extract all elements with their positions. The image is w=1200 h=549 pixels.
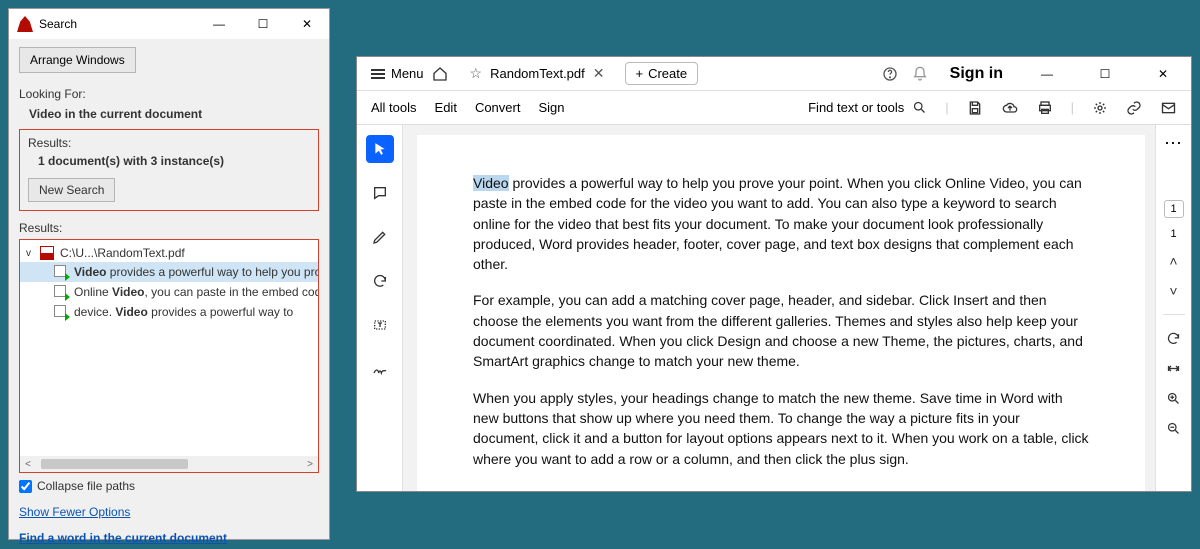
results-list: v C:\U...\RandomText.pdf Video provides … <box>19 239 319 473</box>
tab-title: RandomText.pdf <box>490 66 585 81</box>
document-tab[interactable]: ☆ RandomText.pdf ✕ <box>458 57 617 90</box>
help-icon[interactable] <box>882 66 898 82</box>
hit-icon <box>54 265 68 279</box>
reader-minimize-button[interactable]: — <box>1025 59 1069 89</box>
results-label: Results: <box>28 136 310 150</box>
save-icon[interactable] <box>967 100 983 116</box>
zoom-out-button[interactable] <box>1163 417 1185 439</box>
hit-icon <box>54 285 68 299</box>
collapse-checkbox-input[interactable] <box>19 480 32 493</box>
tab-close-icon[interactable]: ✕ <box>593 65 605 82</box>
menu-button[interactable]: Menu <box>363 62 432 85</box>
reader-titlebar: Menu ☆ RandomText.pdf ✕ + Create Sign in… <box>357 57 1191 91</box>
create-button[interactable]: + Create <box>625 62 699 85</box>
search-title: Search <box>39 17 197 31</box>
left-tool-rail <box>357 125 403 491</box>
signature-tool[interactable] <box>366 355 394 383</box>
right-tool-rail: ⋯ 1 1 ˄ ˅ <box>1155 125 1191 491</box>
caret-down-icon: v <box>26 248 36 259</box>
arrange-windows-button[interactable]: Arrange Windows <box>19 47 136 73</box>
sign-tab[interactable]: Sign <box>538 100 564 115</box>
hit-icon <box>54 305 68 319</box>
collapse-file-paths-checkbox[interactable]: Collapse file paths <box>19 479 319 493</box>
page-up-button[interactable]: ˄ <box>1163 250 1185 272</box>
plus-icon: + <box>636 66 644 81</box>
share-icon[interactable] <box>1092 100 1108 116</box>
star-icon[interactable]: ☆ <box>470 65 483 82</box>
find-text-button[interactable]: Find text or tools <box>808 100 927 115</box>
result-hit[interactable]: device. Video provides a powerful way to <box>20 302 318 322</box>
maximize-button[interactable]: ☐ <box>241 9 285 39</box>
highlighted-match: Video <box>473 175 509 191</box>
zoom-in-button[interactable] <box>1163 387 1185 409</box>
document-area[interactable]: Video provides a powerful way to help yo… <box>403 125 1155 491</box>
acrobat-icon <box>17 16 33 32</box>
document-page: Video provides a powerful way to help yo… <box>417 135 1145 491</box>
new-search-button[interactable]: New Search <box>28 178 115 202</box>
search-query: Video in the current document <box>19 107 319 121</box>
more-icon[interactable]: ⋯ <box>1164 133 1183 154</box>
doc-paragraph: Video provides a powerful way to help yo… <box>473 173 1089 274</box>
bell-icon[interactable] <box>912 66 928 82</box>
reader-toolbar: All tools Edit Convert Sign Find text or… <box>357 91 1191 125</box>
result-hit[interactable]: Video provides a powerful way to help yo… <box>20 262 318 282</box>
all-tools-tab[interactable]: All tools <box>371 100 417 115</box>
edit-tab[interactable]: Edit <box>435 100 457 115</box>
page-width-button[interactable] <box>1163 357 1185 379</box>
page-current-badge[interactable]: 1 <box>1164 200 1184 218</box>
pdf-icon <box>40 246 54 260</box>
reader-maximize-button[interactable]: ☐ <box>1083 59 1127 89</box>
reader-close-button[interactable]: ✕ <box>1141 59 1185 89</box>
cloud-upload-icon[interactable] <box>1001 100 1019 116</box>
results-summary: 1 document(s) with 3 instance(s) <box>28 154 310 168</box>
select-tool[interactable] <box>366 135 394 163</box>
doc-paragraph: When you apply styles, your headings cha… <box>473 388 1089 469</box>
print-icon[interactable] <box>1037 100 1053 116</box>
horizontal-scrollbar[interactable]: < > <box>20 456 318 472</box>
link-icon[interactable] <box>1126 100 1142 116</box>
scroll-right-icon[interactable]: > <box>302 459 318 470</box>
sign-in-button[interactable]: Sign in <box>942 65 1011 83</box>
page-total-badge: 1 <box>1164 226 1184 242</box>
show-fewer-options-link[interactable]: Show Fewer Options <box>19 505 130 519</box>
rotate-button[interactable] <box>1163 327 1185 349</box>
find-word-link[interactable]: Find a word in the current document <box>19 531 227 545</box>
result-hit[interactable]: Online Video, you can paste in the embed… <box>20 282 318 302</box>
highlight-tool[interactable] <box>366 223 394 251</box>
page-down-button[interactable]: ˅ <box>1163 280 1185 302</box>
search-window: Search — ☐ ✕ Arrange Windows Looking For… <box>8 8 330 540</box>
search-icon <box>912 100 927 115</box>
results-label-2: Results: <box>19 221 319 235</box>
home-button[interactable] <box>432 66 458 82</box>
erase-tool[interactable] <box>366 267 394 295</box>
doc-paragraph: For example, you can add a matching cove… <box>473 290 1089 371</box>
looking-for-label: Looking For: <box>19 87 319 101</box>
minimize-button[interactable]: — <box>197 9 241 39</box>
comment-tool[interactable] <box>366 179 394 207</box>
textbox-tool[interactable] <box>366 311 394 339</box>
scroll-left-icon[interactable]: < <box>20 459 36 470</box>
mail-icon[interactable] <box>1160 100 1177 116</box>
reader-window: Menu ☆ RandomText.pdf ✕ + Create Sign in… <box>356 56 1192 492</box>
close-button[interactable]: ✕ <box>285 9 329 39</box>
result-file-path: C:\U...\RandomText.pdf <box>60 246 185 260</box>
hamburger-icon <box>371 69 385 79</box>
convert-tab[interactable]: Convert <box>475 100 521 115</box>
result-file-row[interactable]: v C:\U...\RandomText.pdf <box>20 244 318 262</box>
results-summary-frame: Results: 1 document(s) with 3 instance(s… <box>19 129 319 211</box>
search-titlebar: Search — ☐ ✕ <box>9 9 329 39</box>
